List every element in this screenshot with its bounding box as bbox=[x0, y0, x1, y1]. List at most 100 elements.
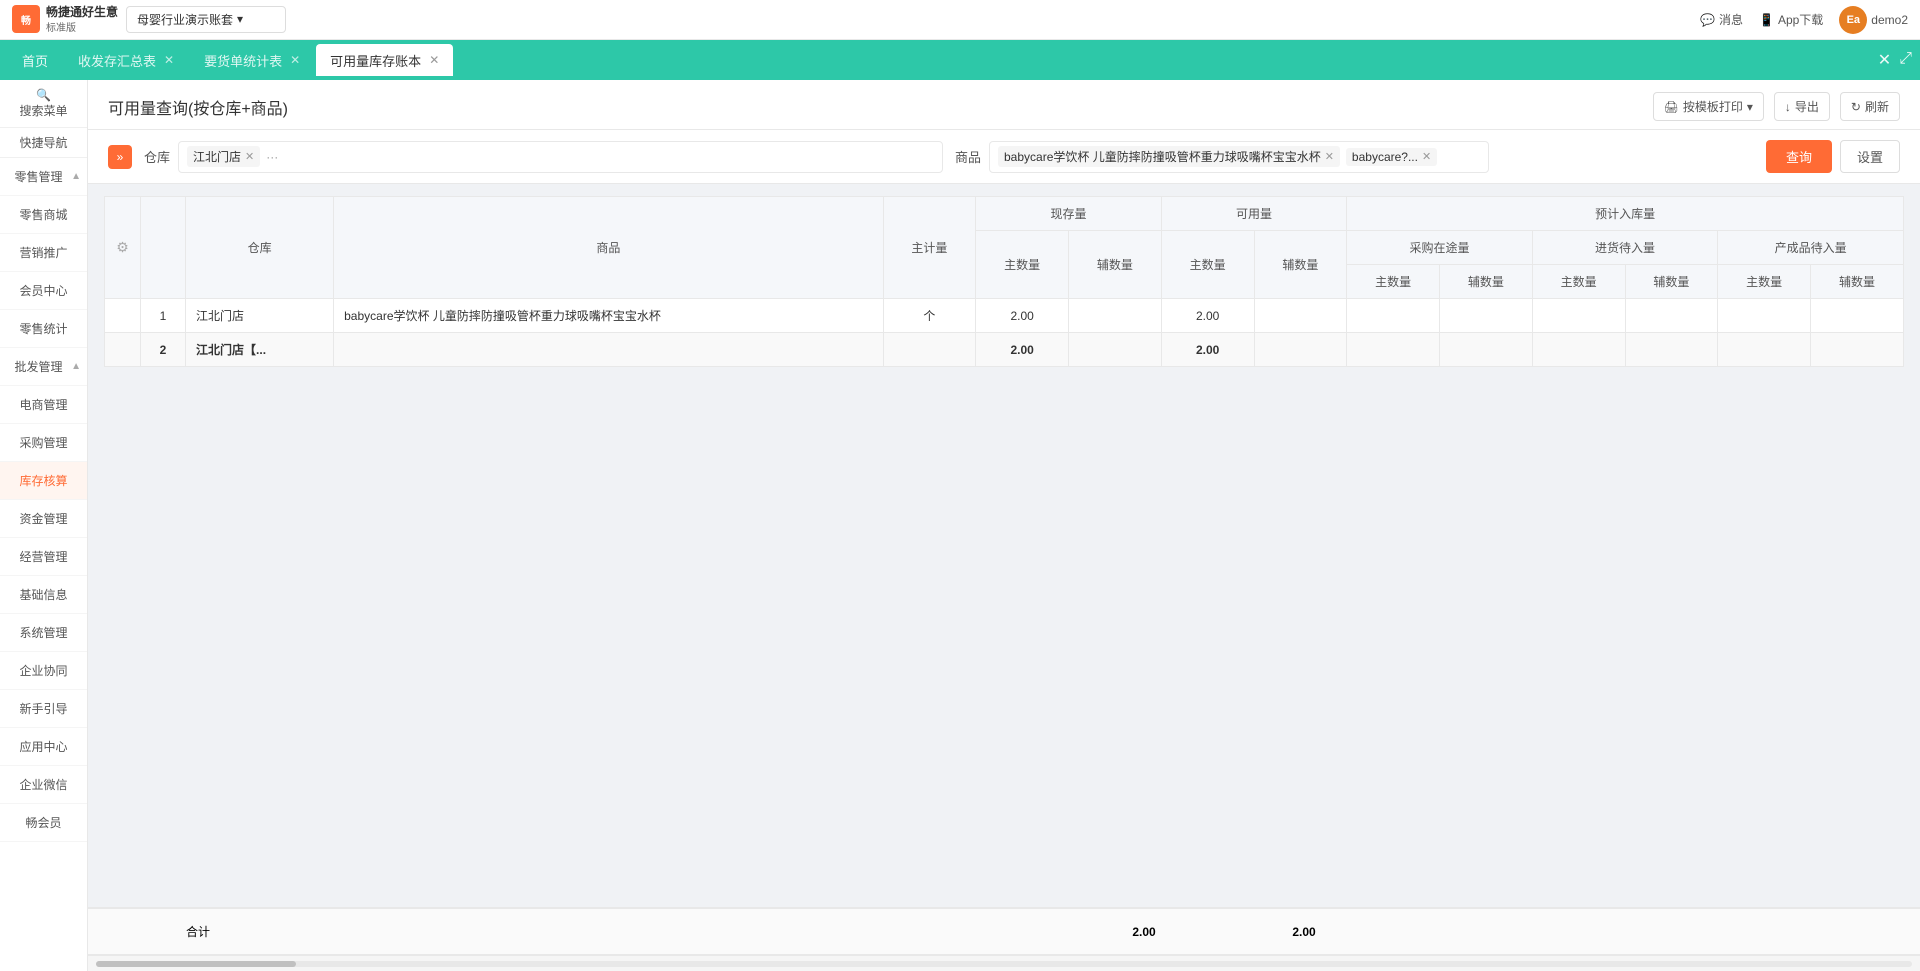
tab-available[interactable]: 可用量库存账本 ✕ bbox=[316, 44, 453, 76]
sidebar-item-retail-mgmt[interactable]: 零售管理 ▲ bbox=[0, 158, 87, 196]
query-btn[interactable]: 查询 bbox=[1766, 140, 1832, 173]
sidebar-item-ecommerce[interactable]: 电商管理 bbox=[0, 386, 87, 424]
sidebar: 🔍 搜索菜单 快捷导航 零售管理 ▲ 零售商城 营销推广 会员中心 零售统计 批… bbox=[0, 80, 88, 971]
user-profile[interactable]: Ea demo2 bbox=[1839, 6, 1908, 34]
sidebar-item-inventory[interactable]: 库存核算 bbox=[0, 462, 87, 500]
sidebar-item-system[interactable]: 系统管理 bbox=[0, 614, 87, 652]
filter-bar: » 仓库 江北门店 ✕ ··· 商品 babycare学饮杯 儿童防摔防撞吸管杯… bbox=[88, 130, 1920, 184]
warehouse-tag-jiangbei: 江北门店 ✕ bbox=[187, 146, 260, 167]
tab-requisition-label: 要货单统计表 bbox=[204, 51, 282, 70]
content-area: 可用量查询(按仓库+商品) 🖨 按模板打印 ▾ ↓ 导出 ↻ 刷新 bbox=[88, 80, 1920, 971]
sidebar-item-app-center[interactable]: 应用中心 bbox=[0, 728, 87, 766]
store-selector[interactable]: 母婴行业演示账套 ▾ bbox=[126, 6, 286, 33]
sidebar-item-operations[interactable]: 经营管理 bbox=[0, 538, 87, 576]
tab-close-available[interactable]: ✕ bbox=[429, 53, 439, 67]
print-dropdown-icon: ▾ bbox=[1747, 100, 1753, 114]
sidebar-item-wholesale[interactable]: 批发管理 ▲ bbox=[0, 348, 87, 386]
template-print-btn[interactable]: 🖨 按模板打印 ▾ bbox=[1653, 92, 1764, 121]
app-download-btn[interactable]: 📱 App下载 bbox=[1759, 11, 1823, 28]
product-tag-close-2[interactable]: ✕ bbox=[1422, 150, 1431, 163]
page-header: 可用量查询(按仓库+商品) 🖨 按模板打印 ▾ ↓ 导出 ↻ 刷新 bbox=[88, 80, 1920, 130]
scroll-track[interactable] bbox=[96, 961, 1912, 967]
th-product-incoming-group: 产成品待入量 bbox=[1718, 231, 1904, 265]
window-maximize-icon[interactable]: ⤢ bbox=[1899, 50, 1912, 70]
product-label: 商品 bbox=[955, 147, 981, 166]
sidebar-item-newbie[interactable]: 新手引导 bbox=[0, 690, 87, 728]
top-bar: 畅 畅捷通好生意 标准版 母婴行业演示账套 ▾ 💬 消息 📱 App下载 Ea … bbox=[0, 0, 1920, 40]
tab-close-receivable[interactable]: ✕ bbox=[164, 53, 174, 67]
brand-name: 畅捷通好生意 bbox=[46, 5, 118, 19]
phone-icon: 📱 bbox=[1759, 13, 1774, 27]
message-btn[interactable]: 💬 消息 bbox=[1700, 11, 1743, 28]
tab-close-requisition[interactable]: ✕ bbox=[290, 53, 300, 67]
th-forecast-group: 预计入库量 bbox=[1347, 197, 1904, 231]
warehouse-label: 仓库 bbox=[144, 147, 170, 166]
warehouse-tags-container[interactable]: 江北门店 ✕ ··· bbox=[178, 141, 943, 173]
data-table: ⚙ 仓库 商品 主计量 现存量 可用量 预计入库量 主数量 辅数量 主数量 bbox=[104, 196, 1904, 367]
sidebar-item-member2[interactable]: 畅会员 bbox=[0, 804, 87, 842]
sidebar-item-purchase[interactable]: 采购管理 bbox=[0, 424, 87, 462]
footer-available-main: 2.00 bbox=[1264, 917, 1344, 946]
main-layout: 🔍 搜索菜单 快捷导航 零售管理 ▲ 零售商城 营销推广 会员中心 零售统计 批… bbox=[0, 80, 1920, 971]
th-avail-sub: 辅数量 bbox=[1254, 231, 1347, 299]
sidebar-item-basic-info[interactable]: 基础信息 bbox=[0, 576, 87, 614]
chevron-icon-2: ▲ bbox=[71, 361, 81, 372]
tab-home[interactable]: 首页 bbox=[8, 44, 62, 76]
th-warehouse: 仓库 bbox=[186, 197, 334, 299]
sidebar-quick-nav[interactable]: 快捷导航 bbox=[0, 128, 87, 158]
sidebar-item-finance[interactable]: 资金管理 bbox=[0, 500, 87, 538]
tab-available-label: 可用量库存账本 bbox=[330, 51, 421, 70]
brand-sub: 标准版 bbox=[46, 19, 118, 34]
sidebar-item-retail-stats[interactable]: 零售统计 bbox=[0, 310, 87, 348]
footer-label: 合计 bbox=[176, 917, 256, 946]
chevron-icon: ▲ bbox=[71, 171, 81, 182]
th-stock-sub: 辅数量 bbox=[1069, 231, 1162, 299]
table-row: 1 江北门店 babycare学饮杯 儿童防摔防撞吸管杯重力球吸嘴杯宝宝水杯 个… bbox=[105, 299, 1904, 333]
product-tag-1: babycare学饮杯 儿童防摔防撞吸管杯重力球吸嘴杯宝宝水杯 ✕ bbox=[998, 146, 1340, 167]
refresh-icon: ↻ bbox=[1851, 100, 1861, 114]
product-tag-close-1[interactable]: ✕ bbox=[1325, 150, 1334, 163]
sidebar-search[interactable]: 🔍 搜索菜单 bbox=[0, 80, 87, 128]
window-close-icon[interactable]: ✕ bbox=[1878, 50, 1891, 70]
tab-home-label: 首页 bbox=[22, 51, 48, 70]
sidebar-item-retail-mall[interactable]: 零售商城 bbox=[0, 196, 87, 234]
product-tags-container[interactable]: babycare学饮杯 儿童防摔防撞吸管杯重力球吸嘴杯宝宝水杯 ✕ babyca… bbox=[989, 141, 1489, 173]
filter-expand-btn[interactable]: » bbox=[108, 145, 132, 169]
top-bar-right: 💬 消息 📱 App下载 Ea demo2 bbox=[1700, 6, 1908, 34]
table-footer: 合计 2.00 2.00 bbox=[88, 907, 1920, 955]
th-gi-main: 主数量 bbox=[1532, 265, 1625, 299]
th-pi-sub: 辅数量 bbox=[1811, 265, 1904, 299]
th-stock-main: 主数量 bbox=[976, 231, 1069, 299]
tab-requisition[interactable]: 要货单统计表 ✕ bbox=[190, 44, 314, 76]
table-row: 2 江北门店【... 2.00 2.00 bbox=[105, 333, 1904, 367]
sidebar-item-wechat[interactable]: 企业微信 bbox=[0, 766, 87, 804]
warehouse-more[interactable]: ··· bbox=[266, 150, 278, 164]
th-pt-main: 主数量 bbox=[1347, 265, 1440, 299]
sidebar-item-marketing[interactable]: 营销推广 bbox=[0, 234, 87, 272]
th-gi-sub: 辅数量 bbox=[1625, 265, 1718, 299]
gear-icon[interactable]: ⚙ bbox=[116, 239, 129, 255]
th-purchase-transit-group: 采购在途量 bbox=[1347, 231, 1533, 265]
th-pt-sub: 辅数量 bbox=[1440, 265, 1533, 299]
th-settings: ⚙ bbox=[105, 197, 141, 299]
tab-receivable[interactable]: 收发存汇总表 ✕ bbox=[64, 44, 188, 76]
th-main-unit: 主计量 bbox=[883, 197, 976, 299]
avatar: Ea bbox=[1839, 6, 1867, 34]
filter-settings-btn[interactable]: 设置 bbox=[1840, 140, 1900, 173]
sidebar-item-enterprise[interactable]: 企业协同 bbox=[0, 652, 87, 690]
product-filter: 商品 babycare学饮杯 儿童防摔防撞吸管杯重力球吸嘴杯宝宝水杯 ✕ bab… bbox=[955, 141, 1754, 173]
sidebar-item-member[interactable]: 会员中心 bbox=[0, 272, 87, 310]
th-available-group: 可用量 bbox=[1161, 197, 1347, 231]
th-index bbox=[141, 197, 186, 299]
export-btn[interactable]: ↓ 导出 bbox=[1774, 92, 1830, 121]
scroll-thumb[interactable] bbox=[96, 961, 296, 967]
warehouse-filter: 仓库 江北门店 ✕ ··· bbox=[144, 141, 943, 173]
tab-receivable-label: 收发存汇总表 bbox=[78, 51, 156, 70]
table-area: ⚙ 仓库 商品 主计量 现存量 可用量 预计入库量 主数量 辅数量 主数量 bbox=[88, 184, 1920, 907]
refresh-btn[interactable]: ↻ 刷新 bbox=[1840, 92, 1900, 121]
warehouse-tag-close[interactable]: ✕ bbox=[245, 150, 254, 163]
dropdown-icon: ▾ bbox=[237, 12, 243, 26]
nav-tabs: 首页 收发存汇总表 ✕ 要货单统计表 ✕ 可用量库存账本 ✕ ✕ ⤢ bbox=[0, 40, 1920, 80]
top-bar-left: 畅 畅捷通好生意 标准版 母婴行业演示账套 ▾ bbox=[12, 5, 286, 34]
filter-actions: 查询 设置 bbox=[1766, 140, 1900, 173]
